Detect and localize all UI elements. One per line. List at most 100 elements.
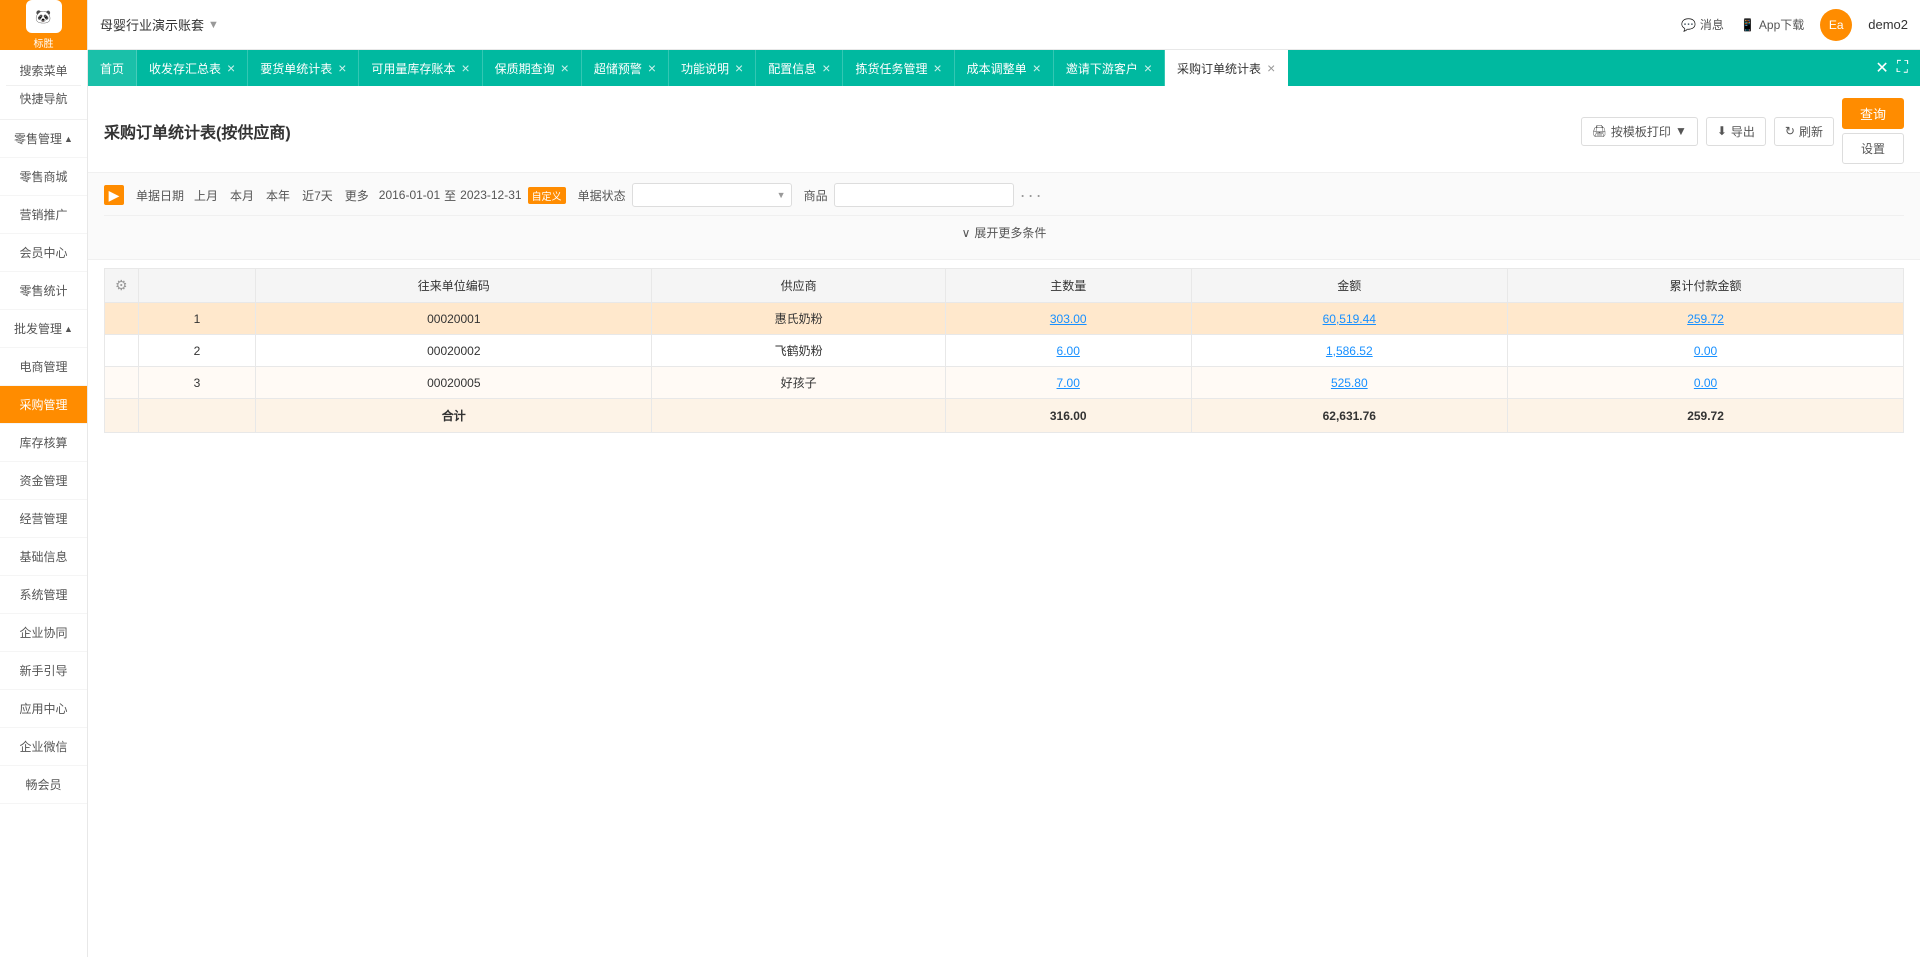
tab-item-10[interactable]: 邀请下游客户× <box>1054 50 1165 86</box>
sidebar-item-基础信息[interactable]: 基础信息 <box>0 538 87 576</box>
row-quantity-cell[interactable]: 6.00 <box>945 335 1191 367</box>
custom-badge: 自定义 <box>528 187 566 204</box>
filter-toggle-button[interactable]: ▶ <box>104 185 124 205</box>
status-select[interactable] <box>632 183 792 207</box>
data-table: ⚙ 往来单位编码 供应商 主数量 金额 累计付款金额 100020001惠氏奶粉… <box>104 268 1904 433</box>
query-button[interactable]: 查询 <box>1842 98 1904 129</box>
tab-label-2: 要货单统计表 <box>260 60 332 77</box>
shortcut-7-days[interactable]: 近7天 <box>298 185 337 206</box>
row-amount-cell[interactable]: 1,586.52 <box>1191 335 1508 367</box>
status-select-wrapper <box>632 183 792 207</box>
tab-item-0[interactable]: 首页 <box>88 50 137 86</box>
row-amount-cell[interactable]: 525.80 <box>1191 367 1508 399</box>
workspace-selector[interactable]: 母婴行业演示账套 ▼ <box>100 15 219 34</box>
tab-item-9[interactable]: 成本调整单× <box>955 50 1054 86</box>
sidebar-item-采购管理[interactable]: 采购管理 <box>0 386 87 424</box>
tab-item-7[interactable]: 配置信息× <box>756 50 843 86</box>
refresh-button[interactable]: ↻ 刷新 <box>1774 117 1834 146</box>
row-quantity-cell[interactable]: 7.00 <box>945 367 1191 399</box>
row-quantity-cell[interactable]: 303.00 <box>945 303 1191 335</box>
sidebar-item-营销推广[interactable]: 营销推广 <box>0 196 87 234</box>
date-range-separator: 至 <box>444 187 456 204</box>
sidebar-item-电商管理[interactable]: 电商管理 <box>0 348 87 386</box>
table-footer: 合计 316.00 62,631.76 259.72 <box>105 399 1904 433</box>
sidebar-item-企业微信[interactable]: 企业微信 <box>0 728 87 766</box>
sidebar-item-新手引导[interactable]: 新手引导 <box>0 652 87 690</box>
expand-label: 展开更多条件 <box>974 224 1046 241</box>
content-area: 采购订单统计表(按供应商) 🖨 按模板打印 ▼ ⬇ 导出 ↻ 刷新 查询 设置 <box>88 86 1920 957</box>
tab-close-icon-10[interactable]: × <box>1144 60 1152 76</box>
setting-button[interactable]: 设置 <box>1842 133 1904 164</box>
tab-close-icon-2[interactable]: × <box>338 60 346 76</box>
expand-more-button[interactable]: ∨ 展开更多条件 <box>954 220 1055 245</box>
table-header: ⚙ 往来单位编码 供应商 主数量 金额 累计付款金额 <box>105 269 1904 303</box>
export-button[interactable]: ⬇ 导出 <box>1706 117 1766 146</box>
search-menu-label[interactable]: 搜索菜单 <box>6 58 81 83</box>
sidebar-item-批发管理[interactable]: 批发管理▲ <box>0 310 87 348</box>
print-arrow-icon: ▼ <box>1675 124 1687 138</box>
shortcut-this-month[interactable]: 本月 <box>226 185 258 206</box>
tab-maximize-icon[interactable]: ⛶ <box>1893 59 1912 77</box>
tab-item-1[interactable]: 收发存汇总表× <box>137 50 248 86</box>
topbar-right: 💬 消息 📱 App下载 Ea demo2 <box>1681 9 1908 41</box>
tab-close-icon-11[interactable]: × <box>1267 60 1275 76</box>
row-paid-cell[interactable]: 0.00 <box>1508 367 1904 399</box>
row-paid-cell[interactable]: 0.00 <box>1508 335 1904 367</box>
goods-more-icon[interactable]: ··· <box>1020 185 1044 206</box>
tab-item-8[interactable]: 拣货任务管理 × <box>843 50 954 86</box>
export-icon: ⬇ <box>1717 124 1727 138</box>
row-amount-cell[interactable]: 60,519.44 <box>1191 303 1508 335</box>
print-button[interactable]: 🖨 按模板打印 ▼ <box>1581 117 1698 146</box>
tab-label-8: 拣货任务管理 <box>855 60 927 77</box>
tab-item-5[interactable]: 超储预警× <box>582 50 669 86</box>
sidebar-item-畅会员[interactable]: 畅会员 <box>0 766 87 804</box>
tab-close-icon-8[interactable]: × <box>933 60 941 76</box>
message-button[interactable]: 💬 消息 <box>1681 16 1724 33</box>
tab-close-all-icon[interactable]: ✕ <box>1871 58 1892 78</box>
row-code-cell: 00020005 <box>256 367 652 399</box>
shortcut-more[interactable]: 更多 <box>341 185 373 206</box>
sidebar-item-零售统计[interactable]: 零售统计 <box>0 272 87 310</box>
sidebar: 🐼 标胜 搜索菜单 快捷导航 零售管理▲零售商城营销推广会员中心零售统计批发管理… <box>0 0 88 957</box>
user-avatar: Ea <box>1820 9 1852 41</box>
table-row[interactable]: 100020001惠氏奶粉303.0060,519.44259.72 <box>105 303 1904 335</box>
shortcut-this-year[interactable]: 本年 <box>262 185 294 206</box>
sidebar-item-企业协同[interactable]: 企业协同 <box>0 614 87 652</box>
tab-close-icon-7[interactable]: × <box>822 60 830 76</box>
row-paid-cell[interactable]: 259.72 <box>1508 303 1904 335</box>
sidebar-item-系统管理[interactable]: 系统管理 <box>0 576 87 614</box>
sidebar-item-应用中心[interactable]: 应用中心 <box>0 690 87 728</box>
sidebar-item-经营管理[interactable]: 经营管理 <box>0 500 87 538</box>
tab-close-icon-1[interactable]: × <box>227 60 235 76</box>
tab-item-2[interactable]: 要货单统计表 × <box>248 50 359 86</box>
tab-close-icon-9[interactable]: × <box>1033 60 1041 76</box>
sidebar-item-零售管理[interactable]: 零售管理▲ <box>0 120 87 158</box>
app-icon: 📱 <box>1740 18 1755 32</box>
sidebar-item-库存核算[interactable]: 库存核算 <box>0 424 87 462</box>
tab-item-11[interactable]: 采购订单统计表× <box>1165 50 1288 86</box>
sidebar-item-零售商城[interactable]: 零售商城 <box>0 158 87 196</box>
tab-close-icon-4[interactable]: × <box>561 60 569 76</box>
tab-item-3[interactable]: 可用量库存账本× <box>359 50 482 86</box>
shortcut-nav-label[interactable]: 快捷导航 <box>6 85 81 111</box>
tab-close-icon-3[interactable]: × <box>461 60 469 76</box>
sidebar-item-资金管理[interactable]: 资金管理 <box>0 462 87 500</box>
goods-input[interactable] <box>834 183 1014 207</box>
message-icon: 💬 <box>1681 18 1696 32</box>
shortcut-last-month[interactable]: 上月 <box>190 185 222 206</box>
tab-item-4[interactable]: 保质期查询× <box>483 50 582 86</box>
col-supplier-header: 供应商 <box>652 269 946 303</box>
table-row[interactable]: 300020005好孩子7.00525.800.00 <box>105 367 1904 399</box>
tab-close-icon-5[interactable]: × <box>648 60 656 76</box>
row-supplier-cell: 惠氏奶粉 <box>652 303 946 335</box>
tab-item-6[interactable]: 功能说明× <box>669 50 756 86</box>
tab-close-icon-6[interactable]: × <box>735 60 743 76</box>
app-download-button[interactable]: 📱 App下载 <box>1740 16 1804 33</box>
sidebar-item-会员中心[interactable]: 会员中心 <box>0 234 87 272</box>
table-row[interactable]: 200020002飞鹤奶粉6.001,586.520.00 <box>105 335 1904 367</box>
tab-list: 首页收发存汇总表×要货单统计表×可用量库存账本×保质期查询×超储预警×功能说明×… <box>88 50 1871 86</box>
workspace-name: 母婴行业演示账套 <box>100 15 204 34</box>
app-download-label: App下载 <box>1759 16 1804 33</box>
logo-icon: 🐼 <box>26 0 62 33</box>
column-settings-icon[interactable]: ⚙ <box>115 277 128 293</box>
